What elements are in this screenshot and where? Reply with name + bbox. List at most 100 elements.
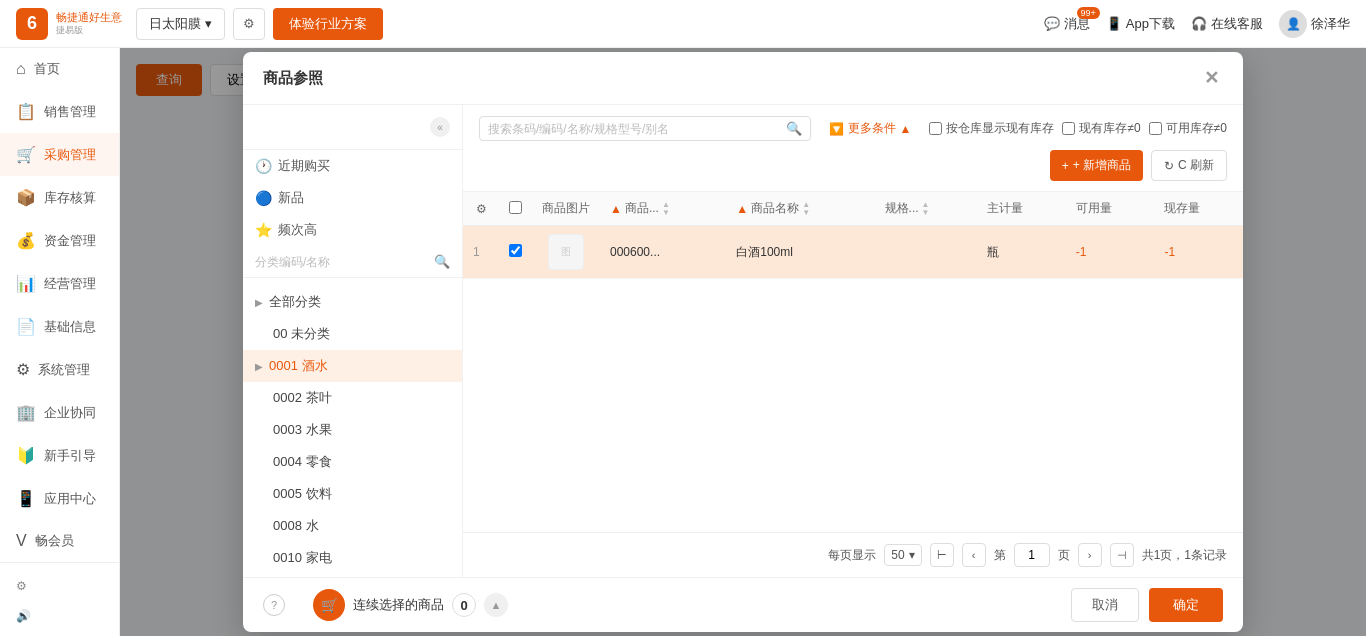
first-page-button[interactable]: ⊢ xyxy=(930,543,954,567)
search-icon[interactable]: 🔍 xyxy=(786,121,802,136)
quick-item-frequent[interactable]: ⭐ 频次高 xyxy=(243,214,462,246)
sidebar-item-sales[interactable]: 📋 销售管理 xyxy=(0,90,119,133)
cart-label: 连续选择的商品 xyxy=(353,596,444,614)
warehouse-checkbox[interactable] xyxy=(929,122,942,135)
help-icon[interactable]: ? xyxy=(263,594,285,616)
logo-area: 6 畅捷通好生意 捷易版 xyxy=(16,8,136,40)
stock-nonzero-checkbox-label[interactable]: 现有库存≠0 xyxy=(1062,120,1140,137)
sidebar-item-inventory[interactable]: 📦 库存核算 xyxy=(0,176,119,219)
filter-button[interactable]: 🔽 更多条件 ▲ xyxy=(819,115,922,142)
filter-label: 更多条件 xyxy=(848,120,896,137)
unit-col-label: 主计量 xyxy=(987,200,1023,217)
product-table-wrap: ⚙ 商品图片 xyxy=(463,192,1243,532)
refresh-product-button[interactable]: ↻ C 刷新 xyxy=(1151,150,1227,181)
category-search: 🔍 xyxy=(243,246,462,278)
sidebar-label-system: 系统管理 xyxy=(38,361,90,379)
spec-column-header[interactable]: 规格... ▲▼ xyxy=(875,192,978,226)
quick-item-new[interactable]: 🔵 新品 xyxy=(243,182,462,214)
name-column-header[interactable]: ▲ 商品名称 ▲▼ xyxy=(726,192,874,226)
sidebar-item-home[interactable]: ⌂ 首页 xyxy=(0,48,119,90)
cat-label-0002: 0002 茶叶 xyxy=(273,389,332,407)
app-download-item[interactable]: 📱 App下载 xyxy=(1106,15,1175,33)
close-icon[interactable]: ✕ xyxy=(1199,66,1223,90)
select-all-checkbox[interactable] xyxy=(509,201,522,214)
row-spec xyxy=(875,226,978,279)
category-item-0001[interactable]: ▶0001 酒水 xyxy=(243,350,462,382)
cat-arrow-0001: ▶ xyxy=(255,361,263,372)
total-info: 共1页，1条记录 xyxy=(1142,547,1227,564)
spec-col-label: 规格... xyxy=(885,200,919,217)
refresh-label: C 刷新 xyxy=(1178,157,1214,174)
category-search-icon[interactable]: 🔍 xyxy=(434,254,450,269)
sort-icon: ▲ xyxy=(610,202,622,216)
operation-icon: 📊 xyxy=(16,274,36,293)
page-size-select[interactable]: 50 ▾ xyxy=(884,544,921,566)
table-row[interactable]: 1 图 000600... 白酒100ml 瓶 -1 -1 xyxy=(463,226,1243,279)
product-search-input[interactable] xyxy=(488,122,782,136)
search-input-wrap: 🔍 xyxy=(479,116,811,141)
sidebar-item-guide[interactable]: 🔰 新手引导 xyxy=(0,434,119,477)
experience-button[interactable]: 体验行业方案 xyxy=(273,8,383,40)
code-column-header[interactable]: ▲ 商品... ▲▼ xyxy=(600,192,726,226)
sidebar-settings-icon[interactable]: ⚙ xyxy=(0,571,119,601)
product-modal: 商品参照 ✕ « 🕐 近期购买 🔵 新品 ⭐ 频次高 xyxy=(243,52,1243,632)
store-dropdown[interactable]: 日太阳膜 ▾ xyxy=(136,8,225,40)
row-checkbox[interactable] xyxy=(509,244,522,257)
collapse-left-icon[interactable]: « xyxy=(430,117,450,137)
prev-page-button[interactable]: ‹ xyxy=(962,543,986,567)
usable-nonzero-checkbox-label[interactable]: 可用库存≠0 xyxy=(1149,120,1227,137)
cart-collapse-icon[interactable]: ▲ xyxy=(484,593,508,617)
sidebar-volume-icon[interactable]: 🔊 xyxy=(0,601,119,631)
sidebar-item-operation[interactable]: 📊 经营管理 xyxy=(0,262,119,305)
service-item[interactable]: 🎧 在线客服 xyxy=(1191,15,1263,33)
username: 徐泽华 xyxy=(1311,15,1350,33)
stock-nonzero-checkbox[interactable] xyxy=(1062,122,1075,135)
sidebar-label-guide: 新手引导 xyxy=(44,447,96,465)
sidebar-item-enterprise[interactable]: 🏢 企业协同 xyxy=(0,391,119,434)
add-icon: + xyxy=(1062,159,1069,173)
category-search-input[interactable] xyxy=(255,255,428,269)
sidebar-label-finance: 资金管理 xyxy=(44,232,96,250)
page-label: 第 xyxy=(994,547,1006,564)
messages-item[interactable]: 💬 消息 99+ xyxy=(1044,15,1090,33)
cancel-button[interactable]: 取消 xyxy=(1071,588,1139,622)
table-header: ⚙ 商品图片 xyxy=(463,192,1243,226)
page-number-input[interactable] xyxy=(1014,543,1050,567)
checkbox-column-header xyxy=(499,192,532,226)
sidebar-item-finance[interactable]: 💰 资金管理 xyxy=(0,219,119,262)
user-item[interactable]: 👤 徐泽华 xyxy=(1279,10,1350,38)
confirm-button[interactable]: 确定 xyxy=(1149,588,1223,622)
modal-body: « 🕐 近期购买 🔵 新品 ⭐ 频次高 🔍 ▶全部分类00 未分类▶0001 酒… xyxy=(243,105,1243,577)
category-tree: ▶全部分类00 未分类▶0001 酒水 0002 茶叶 0003 水果0004 零食… xyxy=(243,278,462,577)
dropdown-arrow-icon: ▾ xyxy=(205,16,212,31)
category-item-0008[interactable]: 0008 水 xyxy=(243,510,462,542)
add-product-button[interactable]: + + 新增商品 xyxy=(1050,150,1143,181)
gear-column-header[interactable]: ⚙ xyxy=(463,192,499,226)
usable-column-header[interactable]: 可用量 xyxy=(1066,192,1155,226)
nav-center: 日太阳膜 ▾ ⚙ 体验行业方案 xyxy=(136,8,1044,40)
category-item-0002[interactable]: 0002 茶叶 xyxy=(243,382,462,414)
cat-label-0010: 0010 家电 xyxy=(273,549,332,567)
sidebar-item-appcenter[interactable]: 📱 应用中心 xyxy=(0,477,119,520)
usable-nonzero-checkbox[interactable] xyxy=(1149,122,1162,135)
category-item-all[interactable]: ▶全部分类 xyxy=(243,286,462,318)
stock-column-header[interactable]: 现存量 xyxy=(1154,192,1243,226)
category-item-0003[interactable]: 0003 水果 xyxy=(243,414,462,446)
warehouse-checkbox-label[interactable]: 按仓库显示现有库存 xyxy=(929,120,1054,137)
quick-item-recent[interactable]: 🕐 近期购买 xyxy=(243,150,462,182)
settings-icon[interactable]: ⚙ xyxy=(233,8,265,40)
sidebar-item-system[interactable]: ⚙ 系统管理 xyxy=(0,348,119,391)
base-icon: 📄 xyxy=(16,317,36,336)
category-item-00[interactable]: 00 未分类 xyxy=(243,318,462,350)
next-page-button[interactable]: › xyxy=(1078,543,1102,567)
row-checkbox-cell[interactable] xyxy=(499,226,532,279)
sidebar-item-purchase[interactable]: 🛒 采购管理 xyxy=(0,133,119,176)
img-column-header: 商品图片 xyxy=(532,192,600,226)
sidebar-item-base[interactable]: 📄 基础信息 xyxy=(0,305,119,348)
last-page-button[interactable]: ⊣ xyxy=(1110,543,1134,567)
category-item-0010[interactable]: 0010 家电 xyxy=(243,542,462,574)
unit-column-header[interactable]: 主计量 xyxy=(977,192,1066,226)
sidebar-item-member[interactable]: V 畅会员 xyxy=(0,520,119,562)
category-item-0005[interactable]: 0005 饮料 xyxy=(243,478,462,510)
category-item-0004[interactable]: 0004 零食 xyxy=(243,446,462,478)
